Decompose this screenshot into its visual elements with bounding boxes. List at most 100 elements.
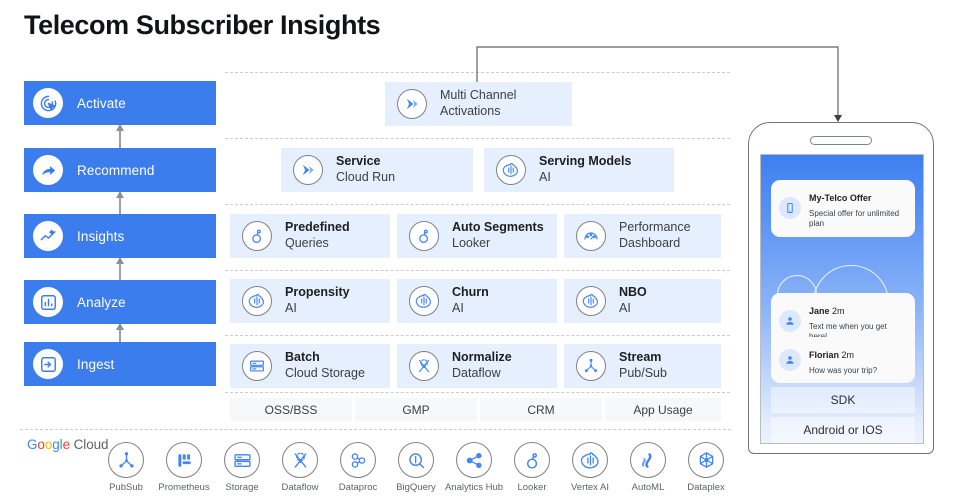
stage-box-insights[interactable]: Insights bbox=[24, 214, 216, 258]
service-card[interactable]: Batch Cloud Storage bbox=[230, 344, 390, 388]
product-item-pubsub[interactable]: PubSub bbox=[95, 442, 157, 493]
stage-label: Ingest bbox=[77, 356, 115, 372]
looker-icon bbox=[514, 442, 550, 478]
band-divider-ingest bbox=[225, 335, 730, 336]
pubsub-icon bbox=[108, 442, 144, 478]
product-label: AutoML bbox=[631, 482, 665, 493]
service-card-subtitle: AI bbox=[619, 301, 631, 315]
phone-bar-sdk[interactable]: SDK bbox=[771, 387, 915, 413]
service-card-title: Batch bbox=[285, 350, 320, 365]
pubsub-icon bbox=[576, 351, 606, 381]
stage-box-activate[interactable]: Activate bbox=[24, 81, 216, 125]
product-item-vertex-ai[interactable]: Vertex AI bbox=[559, 442, 621, 493]
product-item-prometheus[interactable]: Prometheus bbox=[153, 442, 215, 493]
notification-florian[interactable]: Florian 2m How was your trip? bbox=[771, 337, 915, 384]
product-label: Storage bbox=[225, 482, 259, 493]
service-card-text: Service Cloud Run bbox=[336, 154, 395, 185]
service-card[interactable]: Multi Channel Activations bbox=[385, 82, 572, 126]
service-card-title: Service bbox=[336, 154, 381, 169]
stage-box-analyze[interactable]: Analyze bbox=[24, 280, 216, 324]
vertex-ai-icon bbox=[572, 442, 608, 478]
storage-icon bbox=[242, 351, 272, 381]
service-card-subtitle: Cloud Run bbox=[336, 170, 396, 184]
notification-body: Special offer for unlimited plan bbox=[809, 208, 900, 229]
product-label: Dataflow bbox=[281, 482, 319, 493]
stage-box-recommend[interactable]: Recommend bbox=[24, 148, 216, 192]
service-card-text: Stream Pub/Sub bbox=[619, 350, 667, 381]
service-card[interactable]: Stream Pub/Sub bbox=[564, 344, 721, 388]
service-card[interactable]: Churn AI bbox=[397, 279, 557, 323]
service-card-subtitle: AI bbox=[452, 301, 464, 315]
logo-letter-e: e bbox=[62, 437, 71, 452]
service-card-text: Churn AI bbox=[452, 285, 489, 316]
notification-time: 2m bbox=[829, 306, 845, 316]
service-card-subtitle: Queries bbox=[285, 236, 329, 250]
phone-bar-android-or-ios[interactable]: Android or IOS bbox=[771, 417, 915, 443]
notification-body: How was your trip? bbox=[809, 365, 878, 375]
service-card[interactable]: Serving Models AI bbox=[484, 148, 674, 192]
dataplex-icon bbox=[688, 442, 724, 478]
logo-letter-o1: o bbox=[37, 437, 45, 452]
service-card[interactable]: Service Cloud Run bbox=[281, 148, 473, 192]
notification-time: 2m bbox=[839, 350, 855, 360]
looker-icon bbox=[409, 221, 439, 251]
vertex-ai-icon bbox=[576, 286, 606, 316]
logo-letter-g: G bbox=[27, 437, 38, 452]
stage-label: Activate bbox=[77, 95, 126, 111]
service-card-title: Churn bbox=[452, 285, 489, 300]
service-card-subtitle: Cloud Storage bbox=[285, 366, 365, 380]
service-card-text: Performance Dashboard bbox=[619, 220, 691, 251]
phone-mockup: My-Telco Offer Special offer for unlimite… bbox=[748, 122, 934, 454]
product-item-dataplex[interactable]: Dataplex bbox=[675, 442, 737, 493]
product-item-dataflow[interactable]: Dataflow bbox=[269, 442, 331, 493]
service-card-subtitle: AI bbox=[285, 301, 297, 315]
source-chip[interactable]: GMP bbox=[355, 398, 477, 421]
arrow-insights-to-recommend bbox=[116, 191, 124, 214]
product-item-automl[interactable]: AutoML bbox=[617, 442, 679, 493]
import-box-icon bbox=[33, 349, 63, 379]
notification-offer[interactable]: My-Telco Offer Special offer for unlimite… bbox=[771, 180, 915, 237]
analytics-hub-icon bbox=[456, 442, 492, 478]
service-card-title: NBO bbox=[619, 285, 647, 300]
logo-letter-g2: g bbox=[52, 437, 60, 452]
trend-sparkle-icon bbox=[33, 221, 63, 251]
service-card-text: Auto Segments Looker bbox=[452, 220, 544, 251]
footer-divider bbox=[20, 429, 731, 430]
service-card[interactable]: Propensity AI bbox=[230, 279, 390, 323]
band-divider-recommend bbox=[225, 138, 730, 139]
service-card-text: Serving Models AI bbox=[539, 154, 631, 185]
product-item-storage[interactable]: Storage bbox=[211, 442, 273, 493]
product-item-dataproc[interactable]: Dataproc bbox=[327, 442, 389, 493]
dataflow-icon bbox=[282, 442, 318, 478]
vertex-ai-icon bbox=[409, 286, 439, 316]
target-cursor-icon bbox=[33, 88, 63, 118]
stage-label: Insights bbox=[77, 228, 125, 244]
storage-icon bbox=[224, 442, 260, 478]
source-chip[interactable]: OSS/BSS bbox=[230, 398, 352, 421]
service-card[interactable]: NBO AI bbox=[564, 279, 721, 323]
service-card[interactable]: Normalize Dataflow bbox=[397, 344, 557, 388]
page-title: Telecom Subscriber Insights bbox=[24, 10, 381, 40]
looker-icon bbox=[242, 221, 272, 251]
band-divider-insights bbox=[225, 204, 730, 205]
product-item-analytics-hub[interactable]: Analytics Hub bbox=[443, 442, 505, 493]
service-card[interactable]: Auto Segments Looker bbox=[397, 214, 557, 258]
service-card-title: Auto Segments bbox=[452, 220, 544, 235]
cloud-run-icon bbox=[293, 155, 323, 185]
bar-chart-icon bbox=[33, 287, 63, 317]
stage-label: Analyze bbox=[77, 294, 126, 310]
phone-speaker-icon bbox=[810, 136, 872, 145]
service-card-title: Normalize bbox=[452, 350, 512, 365]
service-card[interactable]: Predefined Queries bbox=[230, 214, 390, 258]
product-item-bigquery[interactable]: BigQuery bbox=[385, 442, 447, 493]
dataflow-icon bbox=[409, 351, 439, 381]
prometheus-icon bbox=[166, 442, 202, 478]
band-divider-top bbox=[225, 72, 730, 73]
source-chip[interactable]: CRM bbox=[480, 398, 602, 421]
arrow-analyze-to-insights bbox=[116, 257, 124, 280]
service-card[interactable]: Performance Dashboard bbox=[564, 214, 721, 258]
product-item-looker[interactable]: Looker bbox=[501, 442, 563, 493]
stage-box-ingest[interactable]: Ingest bbox=[24, 342, 216, 386]
source-chip[interactable]: App Usage bbox=[605, 398, 721, 421]
service-card-text: Multi Channel Activations bbox=[440, 88, 516, 119]
